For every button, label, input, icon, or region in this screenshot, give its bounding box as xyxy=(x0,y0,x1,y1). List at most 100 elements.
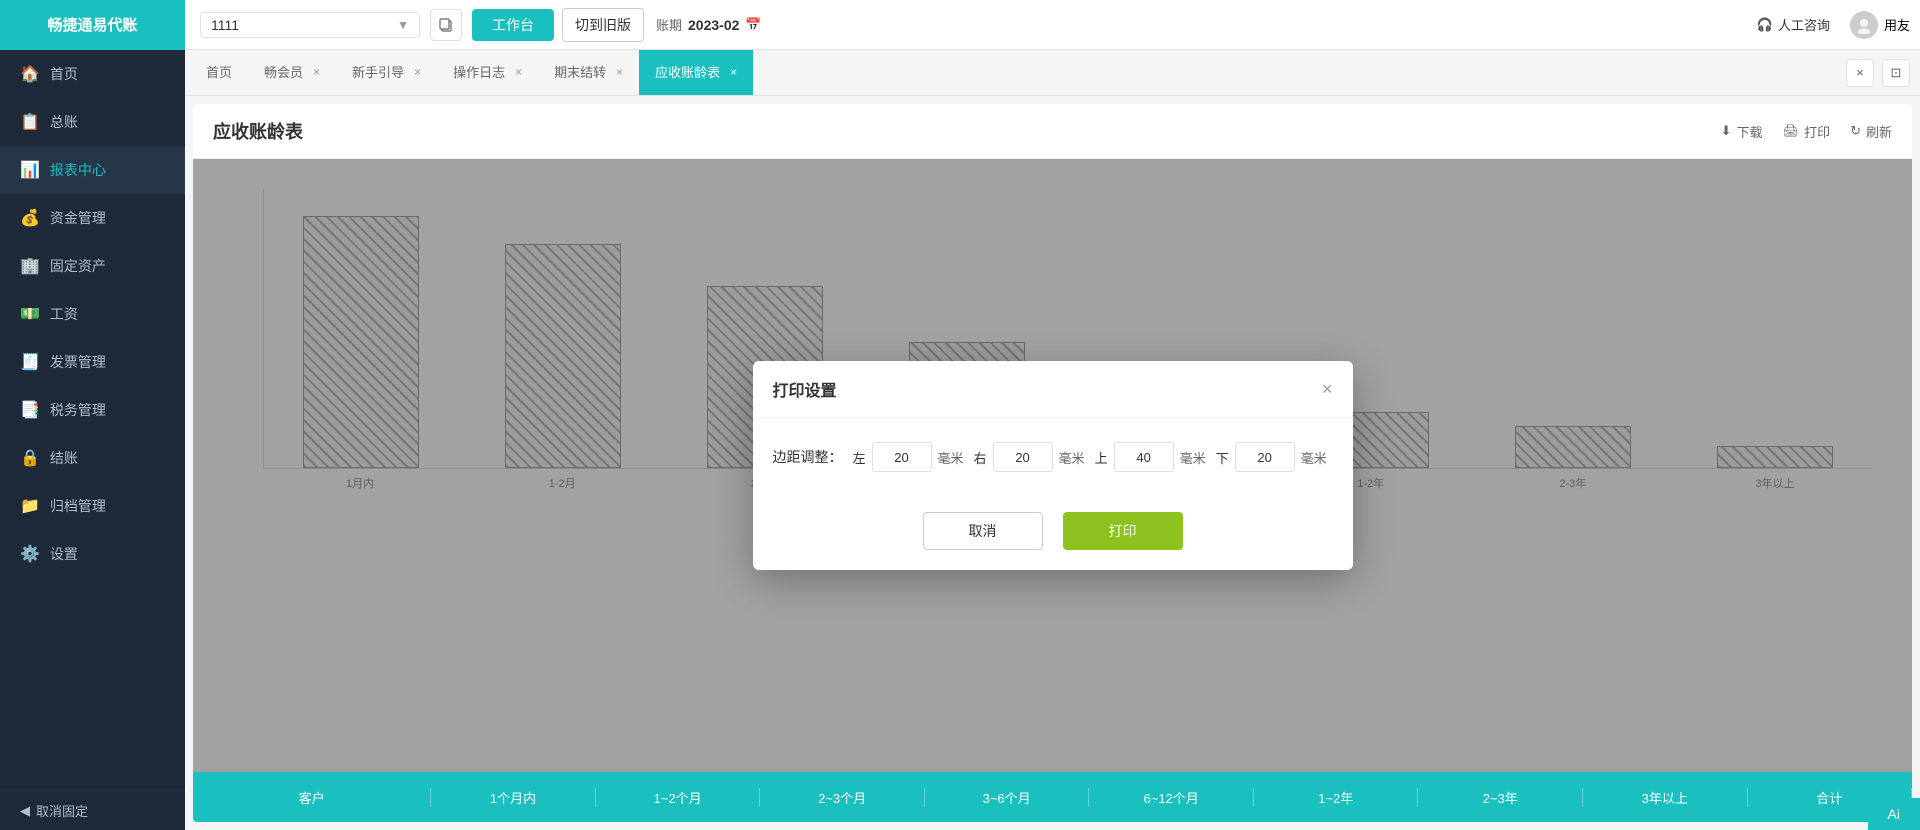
margin-bottom-input[interactable] xyxy=(1235,442,1295,472)
table-col-2-3y: 2~3年 xyxy=(1418,788,1583,807)
top-header: 畅捷通易代账 1111 ▼ 工作台 切到旧版 账期 2023-02 📅 🎧 人工… xyxy=(0,0,1920,50)
sidebar-label-close: 结账 xyxy=(50,448,78,468)
top-unit-label: 毫米 xyxy=(1180,448,1206,467)
print-settings-dialog: 打印设置 × 边距调整： 左 毫米 xyxy=(753,361,1353,570)
tab-oplog[interactable]: 操作日志 × xyxy=(437,50,538,95)
tab-aging-label: 应收账龄表 xyxy=(655,62,720,81)
margin-top-group: 上 毫米 xyxy=(1095,442,1206,472)
tab-guide-close-icon[interactable]: × xyxy=(414,65,421,79)
sidebar-item-home[interactable]: 🏠 首页 xyxy=(0,50,185,98)
close-period-icon: 🔒 xyxy=(20,448,40,468)
company-name: 1111 xyxy=(211,17,389,33)
print-label: 打印 xyxy=(1804,122,1830,141)
table-col-1m: 1个月内 xyxy=(431,788,596,807)
sidebar-item-invoice[interactable]: 🧾 发票管理 xyxy=(0,338,185,386)
tab-period-close[interactable]: 期末结转 × xyxy=(538,50,639,95)
page-header: 应收账龄表 ⬇ 下载 🖨 打印 ↻ 刷新 xyxy=(193,104,1912,159)
dropdown-arrow-icon: ▼ xyxy=(397,18,409,32)
print-button[interactable]: 🖨 打印 xyxy=(1783,122,1831,141)
sidebar-item-salary[interactable]: 💵 工资 xyxy=(0,290,185,338)
sidebar-item-archive[interactable]: 📁 归档管理 xyxy=(0,482,185,530)
human-consult-button[interactable]: 🎧 人工咨询 xyxy=(1757,15,1830,34)
margin-left-input[interactable] xyxy=(872,442,932,472)
workbench-button[interactable]: 工作台 xyxy=(472,9,554,41)
dialog-footer: 取消 打印 xyxy=(753,496,1353,570)
tab-expand-button[interactable]: ⊡ xyxy=(1882,59,1910,87)
sidebar-item-close[interactable]: 🔒 结账 xyxy=(0,434,185,482)
sidebar-label-home: 首页 xyxy=(50,64,78,84)
download-icon: ⬇ xyxy=(1721,123,1732,139)
tab-period-close-close-icon[interactable]: × xyxy=(616,65,623,79)
reports-icon: 📊 xyxy=(20,160,40,180)
tab-member[interactable]: 畅会员 × xyxy=(248,50,336,95)
tab-oplog-label: 操作日志 xyxy=(453,62,505,81)
tab-member-close-icon[interactable]: × xyxy=(313,65,320,79)
sidebar-label-salary: 工资 xyxy=(50,304,78,324)
sidebar-item-ledger[interactable]: 📋 总账 xyxy=(0,98,185,146)
copy-icon-button[interactable] xyxy=(430,9,462,41)
cancel-button[interactable]: 取消 xyxy=(923,512,1043,550)
user-avatar xyxy=(1850,11,1878,39)
download-button[interactable]: ⬇ 下载 xyxy=(1721,122,1763,141)
table-col-2-3m: 2~3个月 xyxy=(760,788,925,807)
confirm-print-button[interactable]: 打印 xyxy=(1063,512,1183,550)
margin-label: 边距调整： xyxy=(773,447,843,467)
tab-close-button[interactable]: × xyxy=(1846,59,1874,87)
calendar-icon[interactable]: 📅 xyxy=(745,17,761,33)
company-selector[interactable]: 1111 ▼ xyxy=(200,12,420,38)
refresh-button[interactable]: ↻ 刷新 xyxy=(1850,122,1892,141)
margin-right-input[interactable] xyxy=(993,442,1053,472)
bottom-table-header: 客户 1个月内 1~2个月 2~3个月 3~6个月 6~12个月 1~2年 2~… xyxy=(193,772,1912,822)
download-label: 下载 xyxy=(1737,122,1763,141)
margin-row: 边距调整： 左 毫米 右 毫米 xyxy=(773,442,1333,472)
sidebar-label-invoice: 发票管理 xyxy=(50,352,106,372)
dialog-close-icon[interactable]: × xyxy=(1322,379,1333,400)
ledger-icon: 📋 xyxy=(20,112,40,132)
ai-button[interactable]: Ai xyxy=(1868,798,1920,830)
funds-icon: 💰 xyxy=(20,208,40,228)
refresh-label: 刷新 xyxy=(1866,122,1892,141)
chart-area: 2500 2500 2500 2000 1500 1000 500 0 xyxy=(193,159,1912,772)
tab-actions: × ⊡ xyxy=(1846,59,1920,87)
assets-icon: 🏢 xyxy=(20,256,40,276)
period-value: 2023-02 xyxy=(688,17,739,33)
tax-icon: 📑 xyxy=(20,400,40,420)
content-area: 首页 畅会员 × 新手引导 × 操作日志 × 期末结转 × 应收账龄表 × xyxy=(185,50,1920,830)
tab-guide[interactable]: 新手引导 × xyxy=(336,50,437,95)
logo-area: 畅捷通易代账 xyxy=(0,0,185,50)
left-unit-label: 毫米 xyxy=(938,448,964,467)
tab-home-label: 首页 xyxy=(206,62,232,81)
salary-icon: 💵 xyxy=(20,304,40,324)
margin-top-input[interactable] xyxy=(1114,442,1174,472)
margin-left-group: 左 毫米 xyxy=(853,442,964,472)
tab-bar: 首页 畅会员 × 新手引导 × 操作日志 × 期末结转 × 应收账龄表 × xyxy=(185,50,1920,96)
tab-aging[interactable]: 应收账龄表 × xyxy=(639,50,753,95)
human-consult-label: 人工咨询 xyxy=(1778,15,1830,34)
sidebar-collapse-button[interactable]: ◀ 取消固定 xyxy=(0,790,185,830)
dialog-body: 边距调整： 左 毫米 右 毫米 xyxy=(753,418,1353,496)
tab-aging-close-icon[interactable]: × xyxy=(730,65,737,79)
sidebar-item-tax[interactable]: 📑 税务管理 xyxy=(0,386,185,434)
sidebar-item-reports[interactable]: 📊 报表中心 xyxy=(0,146,185,194)
avatar-icon xyxy=(1855,16,1873,34)
sidebar-item-assets[interactable]: 🏢 固定资产 xyxy=(0,242,185,290)
table-col-3-6m: 3~6个月 xyxy=(925,788,1090,807)
right-direction-label: 右 xyxy=(974,448,987,467)
user-area[interactable]: 用友 xyxy=(1850,11,1910,39)
settings-icon: ⚙️ xyxy=(20,544,40,564)
sidebar: 🏠 首页 📋 总账 📊 报表中心 💰 资金管理 🏢 固定资产 💵 工资 xyxy=(0,50,185,830)
table-col-3y-plus: 3年以上 xyxy=(1583,788,1748,807)
main-layout: 🏠 首页 📋 总账 📊 报表中心 💰 资金管理 🏢 固定资产 💵 工资 xyxy=(0,50,1920,830)
sidebar-item-settings[interactable]: ⚙️ 设置 xyxy=(0,530,185,578)
table-col-1-2m: 1~2个月 xyxy=(596,788,761,807)
tab-home[interactable]: 首页 xyxy=(190,50,248,95)
sidebar-item-funds[interactable]: 💰 资金管理 xyxy=(0,194,185,242)
dialog-title: 打印设置 xyxy=(773,377,837,401)
home-icon: 🏠 xyxy=(20,64,40,84)
sidebar-label-archive: 归档管理 xyxy=(50,496,106,516)
tab-oplog-close-icon[interactable]: × xyxy=(515,65,522,79)
right-unit-label: 毫米 xyxy=(1059,448,1085,467)
margin-bottom-group: 下 毫米 xyxy=(1216,442,1327,472)
switch-old-button[interactable]: 切到旧版 xyxy=(562,8,644,42)
user-name: 用友 xyxy=(1884,15,1910,34)
